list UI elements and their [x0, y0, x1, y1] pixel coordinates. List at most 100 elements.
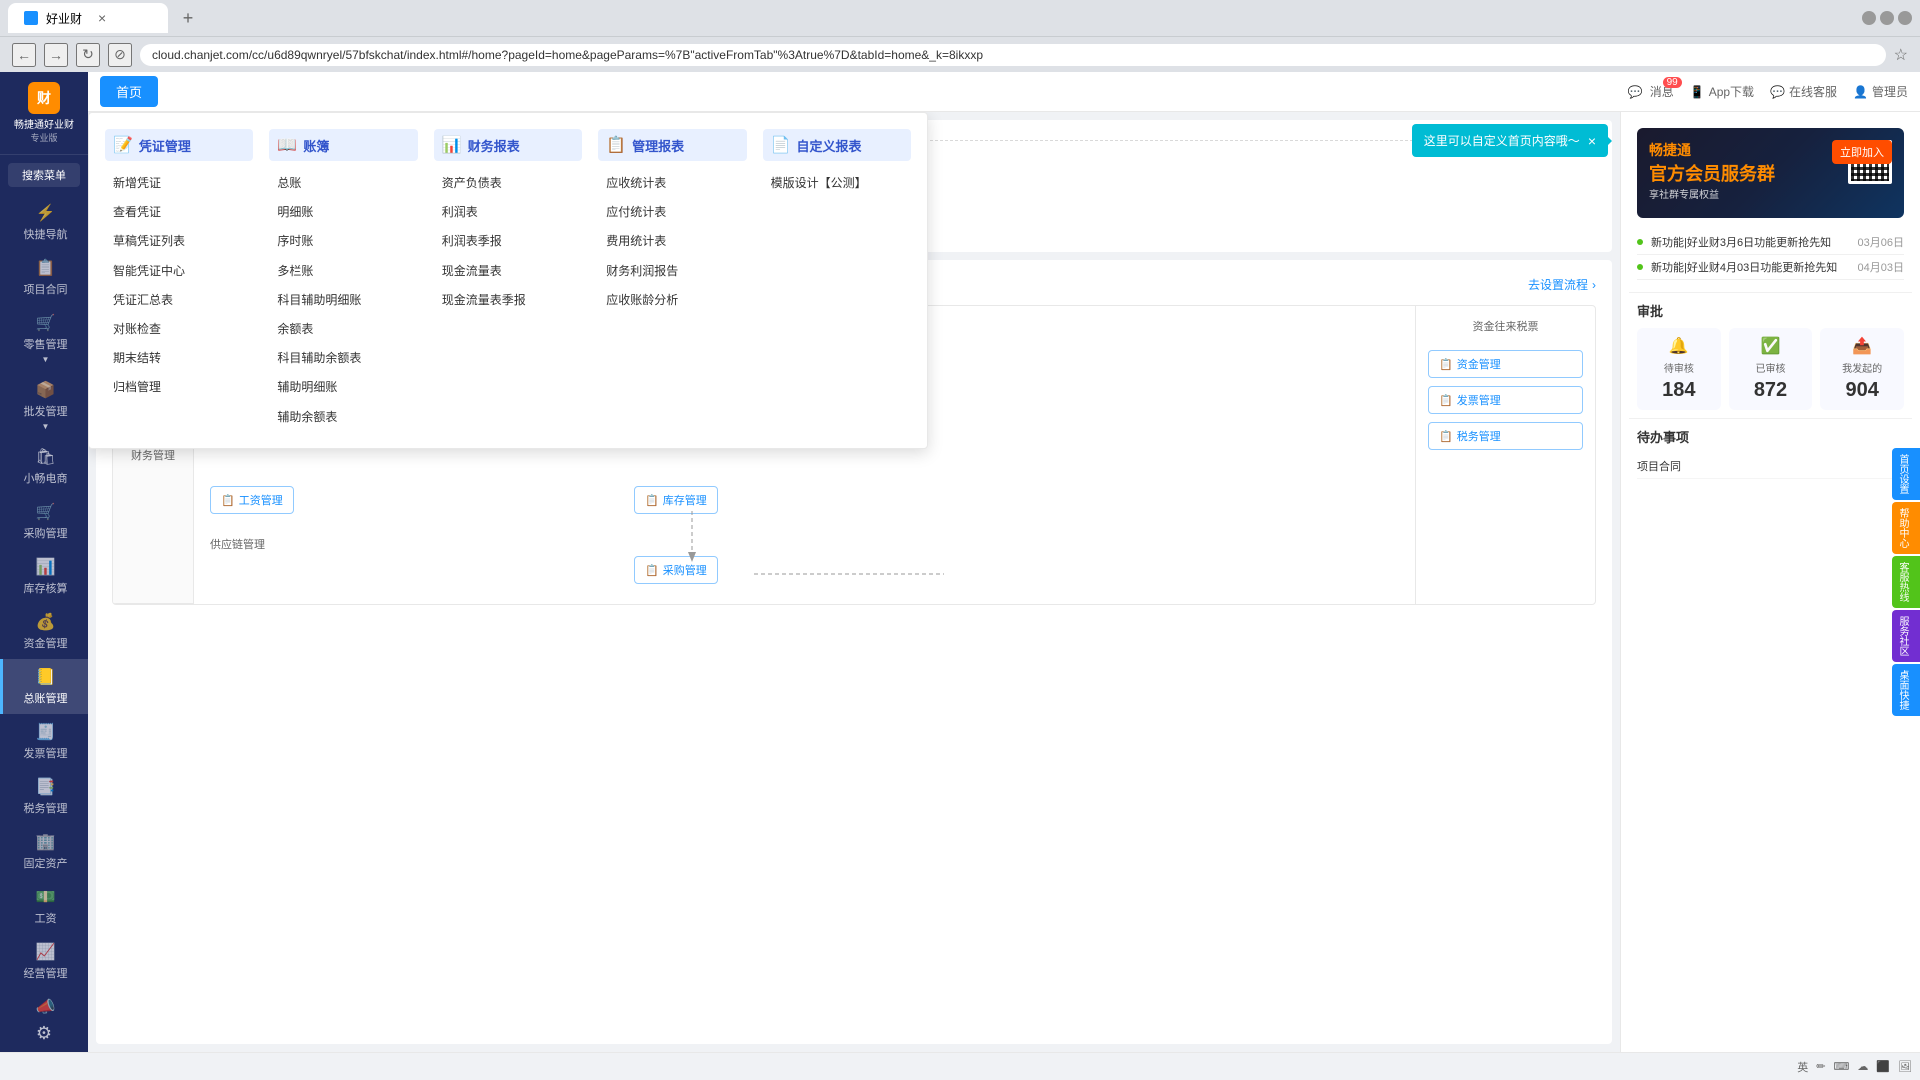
menu-item-profit-loss[interactable]: 利润表: [434, 198, 582, 227]
expand-arrow-icon: ▼: [42, 422, 50, 431]
menu-item-profit-quarterly[interactable]: 利润表季报: [434, 227, 582, 256]
sidebar-item-shortcut[interactable]: ⚡ 快捷导航: [0, 195, 88, 250]
invoice-mgmt-node[interactable]: 📋 发票管理: [1428, 386, 1583, 414]
address-input[interactable]: [140, 44, 1886, 66]
logo-text: 畅捷通好业财 专业版: [14, 116, 74, 144]
menu-item-new-voucher[interactable]: 新增凭证: [105, 169, 253, 198]
nav-refresh-btn[interactable]: ↻: [76, 43, 100, 67]
menu-item-cashflow-quarterly[interactable]: 现金流量表季报: [434, 286, 582, 315]
menu-item-period-close[interactable]: 期末结转: [105, 344, 253, 373]
nav-back-btn[interactable]: ←: [12, 43, 36, 67]
menu-item-subject-balance[interactable]: 科目辅助余额表: [269, 344, 417, 373]
status-icon-4[interactable]: ⬛: [1876, 1060, 1890, 1073]
menu-item-finance-profit[interactable]: 财务利润报告: [598, 257, 746, 286]
notification-btn[interactable]: 💬 99 消息: [1627, 83, 1673, 100]
sidebar-item-capital[interactable]: 💰 资金管理: [0, 604, 88, 659]
salary-mgmt-node[interactable]: 📋 工资管理: [210, 486, 294, 514]
tax-mgmt-node[interactable]: 📋 税务管理: [1428, 422, 1583, 450]
menu-item-expense[interactable]: 费用统计表: [598, 227, 746, 256]
inventory-mgmt-node[interactable]: 📋 库存管理: [634, 486, 718, 514]
sidebar-item-marketing[interactable]: 📣 小畅营销: [0, 989, 88, 1015]
news-item-1[interactable]: 新功能|好业财3月6日功能更新抢先知 03月06日: [1637, 230, 1904, 255]
nav-forward-btn[interactable]: →: [44, 43, 68, 67]
status-icon-1[interactable]: ✏: [1816, 1060, 1825, 1073]
menu-item-template-design[interactable]: 模版设计【公测】: [763, 169, 911, 198]
activity-banner: 畅捷通 官方会员服务群 享社群专属权益 立即加入: [1637, 128, 1904, 218]
menu-item-balance-sheet[interactable]: 资产负债表: [434, 169, 582, 198]
sidebar-item-invoice[interactable]: 🧾 发票管理: [0, 714, 88, 769]
fixed-icon: 🏢: [36, 832, 56, 852]
menu-item-general-ledger[interactable]: 总账: [269, 169, 417, 198]
home-tab[interactable]: 首页: [100, 76, 158, 107]
sidebar-item-wholesale[interactable]: 📦 批发管理 ▼: [0, 372, 88, 439]
menu-item-view-voucher[interactable]: 查看凭证: [105, 198, 253, 227]
menu-item-aging[interactable]: 应收账龄分析: [598, 286, 746, 315]
sidebar-item-ops[interactable]: 📈 经营管理: [0, 934, 88, 989]
sidebar-item-fixed[interactable]: 🏢 固定资产: [0, 824, 88, 879]
sidebar-item-project[interactable]: 📋 项目合同: [0, 250, 88, 305]
menu-item-balance[interactable]: 余额表: [269, 315, 417, 344]
window-close[interactable]: [1898, 11, 1912, 25]
menu-item-aux-detail[interactable]: 辅助明细账: [269, 373, 417, 402]
quick-action-service[interactable]: 客服热线: [1892, 556, 1920, 608]
tooltip-close-btn[interactable]: ×: [1588, 133, 1596, 149]
approval-pending-card[interactable]: 🔔 待审核 184: [1637, 328, 1721, 410]
menu-item-receivable[interactable]: 应收统计表: [598, 169, 746, 198]
quick-actions: 首页设置 帮助中心 客服热线 服务社区 桌面快捷: [1892, 448, 1920, 716]
quick-action-community[interactable]: 服务社区: [1892, 610, 1920, 662]
window-minimize[interactable]: [1862, 11, 1876, 25]
quick-action-desktop[interactable]: 桌面快捷: [1892, 664, 1920, 716]
menu-item-aux-balance[interactable]: 辅助余额表: [269, 403, 417, 432]
news-item-2[interactable]: 新功能|好业财4月03日功能更新抢先知 04月03日: [1637, 255, 1904, 280]
tab-close-btn[interactable]: ×: [98, 10, 106, 26]
bookmark-star[interactable]: ☆: [1894, 45, 1908, 65]
lang-btn[interactable]: 英: [1797, 1059, 1808, 1075]
menu-item-multi-ledger[interactable]: 多栏账: [269, 257, 417, 286]
search-menu-btn[interactable]: 搜索菜单: [8, 163, 80, 187]
menu-item-voucher-summary[interactable]: 凭证汇总表: [105, 286, 253, 315]
quick-action-help[interactable]: 帮助中心: [1892, 502, 1920, 554]
online-service-btn[interactable]: 💬 在线客服: [1770, 83, 1837, 100]
user-avatar[interactable]: 👤 管理员: [1853, 83, 1908, 100]
menu-item-cashflow[interactable]: 现金流量表: [434, 257, 582, 286]
menu-item-reconcile[interactable]: 对账检查: [105, 315, 253, 344]
sidebar-item-accounting[interactable]: 📒 总账管理: [0, 659, 88, 714]
sidebar-item-inventory[interactable]: 📊 库存核算: [0, 549, 88, 604]
app-download-btn[interactable]: 📱 App下载: [1690, 83, 1754, 100]
menu-item-payable[interactable]: 应付统计表: [598, 198, 746, 227]
status-icon-3[interactable]: ☁: [1857, 1060, 1868, 1073]
setup-flow-link[interactable]: 去设置流程 ›: [1528, 276, 1596, 293]
sidebar-item-ecommerce[interactable]: 🛍 小畅电商: [0, 439, 88, 494]
window-maximize[interactable]: [1880, 11, 1894, 25]
approval-sent-card[interactable]: 📤 我发起的 904: [1820, 328, 1904, 410]
status-icon-2[interactable]: ⌨: [1833, 1060, 1849, 1073]
address-bar: ← → ↻ ⊘ ☆: [0, 36, 1920, 72]
new-tab-btn[interactable]: +: [174, 4, 202, 32]
purchase-mgmt-node[interactable]: 📋 采购管理: [634, 556, 718, 584]
menu-item-subject-detail[interactable]: 科目辅助明细账: [269, 286, 417, 315]
sidebar-item-salary[interactable]: 💵 工资: [0, 879, 88, 934]
tax-node-icon: 📋: [1439, 430, 1453, 443]
status-icon-5[interactable]: 🖼: [1898, 1060, 1912, 1073]
menu-item-archive[interactable]: 归档管理: [105, 373, 253, 402]
todo-item-project[interactable]: 项目合同: [1637, 454, 1904, 479]
menu-item-sequential-ledger[interactable]: 序时账: [269, 227, 417, 256]
sidebar-item-retail[interactable]: 🛒 零售管理 ▼: [0, 305, 88, 372]
arrow-right-icon: ›: [1592, 278, 1596, 292]
sidebar-item-purchase[interactable]: 🛒 采购管理: [0, 494, 88, 549]
menu-item-smart-voucher[interactable]: 智能凭证中心: [105, 257, 253, 286]
menu-item-detail-ledger[interactable]: 明细账: [269, 198, 417, 227]
approval-done-card[interactable]: ✅ 已审核 872: [1729, 328, 1813, 410]
capital-mgmt-node[interactable]: 📋 资金管理: [1428, 350, 1583, 378]
sidebar-settings-icon[interactable]: ⚙: [36, 1023, 52, 1044]
join-group-btn[interactable]: 立即加入: [1832, 140, 1892, 164]
sidebar-item-tax[interactable]: 📑 税务管理: [0, 769, 88, 824]
done-icon: ✅: [1737, 336, 1805, 356]
browser-tab[interactable]: 好业财 ×: [8, 3, 168, 33]
invoice-icon: 🧾: [36, 722, 56, 742]
news-date-2: 04月03日: [1858, 259, 1904, 275]
menu-item-draft-voucher[interactable]: 草稿凭证列表: [105, 227, 253, 256]
sidebar-item-label: 快捷导航: [24, 226, 68, 242]
quick-action-home[interactable]: 首页设置: [1892, 448, 1920, 500]
nav-delete-btn[interactable]: ⊘: [108, 43, 132, 67]
